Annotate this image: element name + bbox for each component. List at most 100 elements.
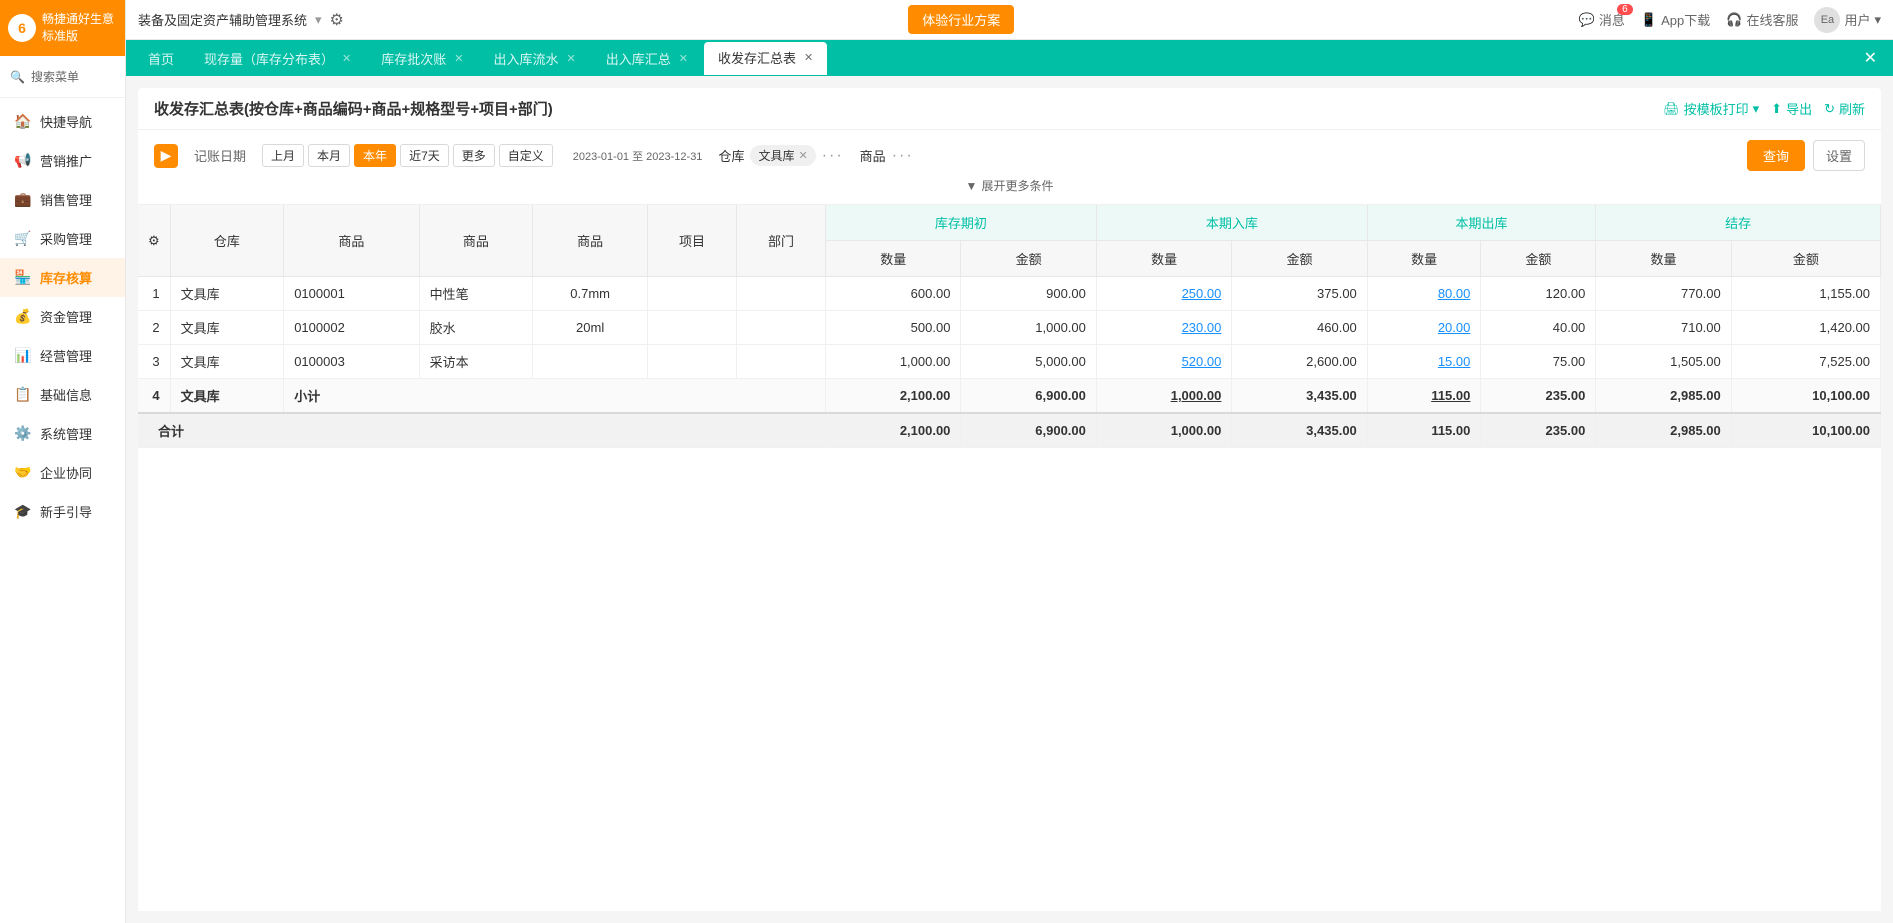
export-icon: ⬆ bbox=[1771, 101, 1782, 117]
sidebar-item-basic-info[interactable]: 📋 基础信息 bbox=[0, 375, 125, 414]
subtotal-in-qty[interactable]: 1,000.00 bbox=[1096, 379, 1231, 414]
subtotal-in-amt: 3,435.00 bbox=[1232, 379, 1367, 414]
row-out-amt: 40.00 bbox=[1481, 311, 1596, 345]
date-this-month-btn[interactable]: 本月 bbox=[308, 144, 350, 167]
tab-inout-summary[interactable]: 出入库汇总 ✕ bbox=[592, 43, 702, 74]
tab-close-inout-flow[interactable]: ✕ bbox=[567, 52, 576, 65]
tab-close-inout-summary[interactable]: ✕ bbox=[679, 52, 688, 65]
sales-icon: 💼 bbox=[14, 191, 32, 209]
row-project bbox=[648, 277, 737, 311]
row-project bbox=[648, 345, 737, 379]
row-department bbox=[737, 311, 826, 345]
date-this-year-btn[interactable]: 本年 bbox=[354, 144, 396, 167]
filter-toggle-button[interactable]: ▶ bbox=[154, 144, 178, 168]
tab-inout-flow[interactable]: 出入库流水 ✕ bbox=[479, 43, 589, 74]
sidebar-item-operation[interactable]: 📊 经营管理 bbox=[0, 336, 125, 375]
product-more-button[interactable]: ··· bbox=[892, 147, 914, 165]
col-department-header: 部门 bbox=[737, 205, 826, 277]
topbar: 装备及固定资产辅助管理系统 ▾ ⚙ 体验行业方案 💬 消息 6 📱 App下载 … bbox=[126, 0, 1893, 40]
sidebar-nav: 🏠 快捷导航 📢 营销推广 💼 销售管理 🛒 采购管理 🏪 库存核算 💰 资金管… bbox=[0, 98, 125, 923]
expand-filter-button[interactable]: ▼ 展开更多条件 bbox=[154, 177, 1865, 194]
message-icon: 💬 bbox=[1579, 12, 1595, 28]
filter-row: ▶ 记账日期 上月 本月 本年 近7天 更多 自定义 2023-01-01 至 … bbox=[154, 140, 1865, 171]
date-more-btn[interactable]: 更多 bbox=[453, 144, 495, 167]
tab-close-stock-summary[interactable]: ✕ bbox=[804, 51, 813, 64]
row-warehouse: 文具库 bbox=[170, 345, 284, 379]
row-in-qty[interactable]: 520.00 bbox=[1096, 345, 1231, 379]
sidebar-item-finance[interactable]: 💰 资金管理 bbox=[0, 297, 125, 336]
total-in-qty: 1,000.00 bbox=[1096, 413, 1231, 448]
col-out-amt-header: 金额 bbox=[1481, 241, 1596, 277]
row-out-qty[interactable]: 15.00 bbox=[1367, 345, 1481, 379]
warehouse-more-button[interactable]: ··· bbox=[822, 147, 844, 165]
page-title: 收发存汇总表(按仓库+商品编码+商品+规格型号+项目+部门) bbox=[154, 98, 553, 119]
row-out-qty[interactable]: 20.00 bbox=[1367, 311, 1481, 345]
sidebar-item-purchase[interactable]: 🛒 采购管理 bbox=[0, 219, 125, 258]
col-settings-header[interactable]: ⚙ bbox=[138, 205, 170, 277]
tab-stock-summary[interactable]: 收发存汇总表 ✕ bbox=[704, 42, 827, 75]
newbie-icon: 🎓 bbox=[14, 503, 32, 521]
sidebar-item-quick-nav[interactable]: 🏠 快捷导航 bbox=[0, 102, 125, 141]
sidebar-item-newbie[interactable]: 🎓 新手引导 bbox=[0, 492, 125, 531]
sidebar-item-sales[interactable]: 💼 销售管理 bbox=[0, 180, 125, 219]
tab-home[interactable]: 首页 bbox=[134, 43, 188, 74]
query-button[interactable]: 查询 bbox=[1747, 140, 1805, 171]
tab-inventory-dist[interactable]: 现存量（库存分布表） ✕ bbox=[190, 43, 365, 74]
export-button[interactable]: ⬆ 导出 bbox=[1771, 99, 1812, 118]
date-custom-btn[interactable]: 自定义 bbox=[499, 144, 553, 167]
warehouse-tag: 文具库 ✕ bbox=[750, 145, 815, 166]
search-menu-button[interactable]: 🔍 搜索菜单 bbox=[10, 64, 115, 89]
row-in-qty[interactable]: 250.00 bbox=[1096, 277, 1231, 311]
settings-button[interactable]: 设置 bbox=[1813, 140, 1865, 171]
warehouse-tag-remove[interactable]: ✕ bbox=[798, 149, 807, 162]
subtotal-out-qty[interactable]: 115.00 bbox=[1367, 379, 1481, 414]
table-row: 1 文具库 0100001 中性笔 0.7mm 600.00 900.00 25… bbox=[138, 277, 1881, 311]
finance-icon: 💰 bbox=[14, 308, 32, 326]
row-department bbox=[737, 277, 826, 311]
expand-icon: ▼ bbox=[966, 179, 978, 193]
tab-close-inventory-dist[interactable]: ✕ bbox=[342, 52, 351, 65]
refresh-button[interactable]: ↻ 刷新 bbox=[1824, 99, 1865, 118]
warehouse-filter: 仓库 文具库 ✕ ··· bbox=[718, 145, 843, 166]
sidebar-item-marketing[interactable]: 📢 营销推广 bbox=[0, 141, 125, 180]
total-close-qty: 2,985.00 bbox=[1596, 413, 1731, 448]
row-no: 1 bbox=[138, 277, 170, 311]
tab-close-batch-account[interactable]: ✕ bbox=[454, 52, 463, 65]
inventory-icon: 🏪 bbox=[14, 269, 32, 287]
row-in-qty[interactable]: 230.00 bbox=[1096, 311, 1231, 345]
app-download-button[interactable]: 📱 App下载 bbox=[1641, 10, 1710, 29]
sidebar-item-inventory[interactable]: 🏪 库存核算 bbox=[0, 258, 125, 297]
row-out-qty[interactable]: 80.00 bbox=[1367, 277, 1481, 311]
row-no: 2 bbox=[138, 311, 170, 345]
user-menu-button[interactable]: Ea 用户 ▾ bbox=[1814, 7, 1881, 33]
date-7days-btn[interactable]: 近7天 bbox=[400, 144, 449, 167]
online-service-button[interactable]: 🎧 在线客服 bbox=[1726, 10, 1798, 29]
date-prev-month-btn[interactable]: 上月 bbox=[262, 144, 304, 167]
settings-icon[interactable]: ⚙ bbox=[330, 10, 344, 30]
row-spec: 0.7mm bbox=[533, 277, 648, 311]
total-in-amt: 3,435.00 bbox=[1232, 413, 1367, 448]
print-button[interactable]: 🖨 按模板打印 ▾ bbox=[1663, 99, 1759, 118]
subtotal-open-qty: 2,100.00 bbox=[825, 379, 960, 414]
col-close-amt-header: 金额 bbox=[1731, 241, 1880, 277]
col-out-header: 本期出库 bbox=[1367, 205, 1596, 241]
refresh-icon: ↻ bbox=[1824, 101, 1835, 117]
total-close-amt: 10,100.00 bbox=[1731, 413, 1880, 448]
subtotal-label: 小计 bbox=[284, 379, 826, 414]
sidebar-item-enterprise[interactable]: 🤝 企业协同 bbox=[0, 453, 125, 492]
message-button[interactable]: 💬 消息 6 bbox=[1579, 10, 1625, 29]
row-spec bbox=[533, 345, 648, 379]
close-all-tabs-button[interactable]: ✕ bbox=[1856, 44, 1885, 72]
row-code: 0100001 bbox=[284, 277, 419, 311]
subtotal-close-amt: 10,100.00 bbox=[1731, 379, 1880, 414]
row-name: 中性笔 bbox=[419, 277, 533, 311]
row-close-qty: 1,505.00 bbox=[1596, 345, 1731, 379]
print-icon: 🖨 bbox=[1663, 101, 1680, 117]
trial-button[interactable]: 体验行业方案 bbox=[908, 5, 1014, 34]
page-actions: 🖨 按模板打印 ▾ ⬆ 导出 ↻ 刷新 bbox=[1663, 99, 1865, 118]
print-chevron-icon: ▾ bbox=[1753, 101, 1760, 117]
tab-batch-account[interactable]: 库存批次账 ✕ bbox=[367, 43, 477, 74]
sidebar-item-system[interactable]: ⚙️ 系统管理 bbox=[0, 414, 125, 453]
warehouse-tag-text: 文具库 bbox=[758, 147, 794, 164]
user-avatar: Ea bbox=[1814, 7, 1840, 33]
